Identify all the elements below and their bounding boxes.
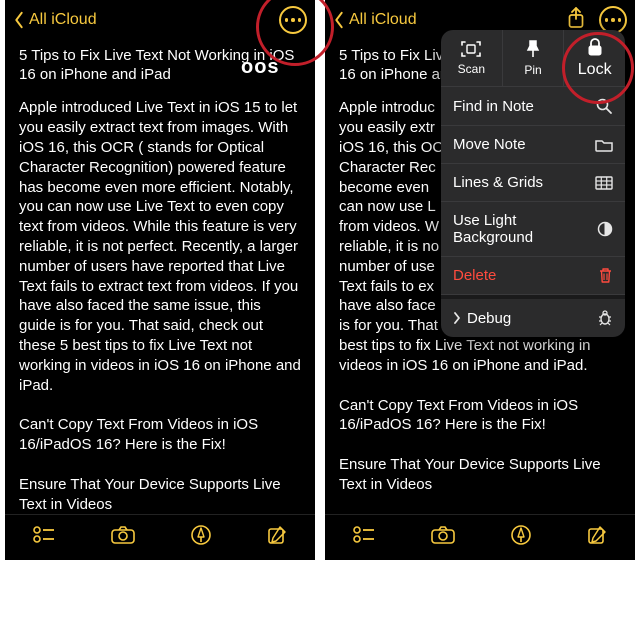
ellipsis-icon (285, 18, 302, 22)
chevron-left-icon (13, 11, 25, 29)
folder-icon (595, 138, 613, 152)
bottom-toolbar (5, 514, 315, 560)
menu-item-label: Find in Note (453, 98, 595, 115)
markup-icon[interactable] (190, 524, 212, 551)
bug-icon (597, 309, 613, 327)
lock-icon (586, 37, 604, 57)
nav-bar: All iCloud (5, 0, 315, 40)
lock-action[interactable]: Lock (563, 30, 625, 86)
checklist-icon[interactable] (32, 525, 56, 550)
back-label: All iCloud (349, 11, 417, 29)
back-button[interactable]: All iCloud (13, 11, 97, 29)
menu-light-background[interactable]: Use Light Background (441, 202, 625, 257)
back-label: All iCloud (29, 11, 97, 29)
screenshot-left: All iCloud oos 5 Tips to Fix Live Text N… (5, 0, 315, 560)
ellipsis-icon (605, 18, 622, 22)
camera-icon[interactable] (430, 525, 456, 550)
menu-item-label: Debug (467, 310, 597, 327)
note-paragraph: Apple introduced Live Text in iOS 15 to … (19, 98, 301, 395)
camera-icon[interactable] (110, 525, 136, 550)
note-actions-menu: Scan Pin Lock Find in Note Move Note (441, 30, 625, 337)
menu-item-label: Lines & Grids (453, 174, 595, 191)
note-body[interactable]: 5 Tips to Fix Live Text Not Working in i… (5, 40, 315, 560)
scan-icon (460, 40, 482, 58)
compose-icon[interactable] (266, 524, 288, 551)
pin-label: Pin (524, 63, 541, 77)
menu-lines-grids[interactable]: Lines & Grids (441, 164, 625, 202)
search-icon (595, 97, 613, 115)
lock-label: Lock (578, 61, 612, 79)
menu-debug[interactable]: Debug (441, 295, 625, 337)
back-button[interactable]: All iCloud (333, 11, 417, 29)
note-paragraph: Can't Copy Text From Videos in iOS 16/iP… (19, 415, 301, 455)
chevron-right-icon (453, 312, 461, 324)
grid-icon (595, 176, 613, 190)
compose-icon[interactable] (586, 524, 608, 551)
menu-delete[interactable]: Delete (441, 257, 625, 295)
note-paragraph: Ensure That Your Device Supports Live Te… (339, 455, 621, 495)
scan-label: Scan (458, 62, 485, 76)
scan-action[interactable]: Scan (441, 30, 502, 86)
menu-move-note[interactable]: Move Note (441, 126, 625, 164)
half-circle-icon (597, 221, 613, 237)
pin-action[interactable]: Pin (502, 30, 564, 86)
menu-item-label: Move Note (453, 136, 595, 153)
chevron-left-icon (333, 11, 345, 29)
note-paragraph: Ensure That Your Device Supports Live Te… (19, 475, 301, 515)
markup-icon[interactable] (510, 524, 532, 551)
screenshot-right: All iCloud 5 Tips to Fix Live Text Not W… (325, 0, 635, 560)
checklist-icon[interactable] (352, 525, 376, 550)
more-button[interactable] (279, 6, 307, 34)
artifact-text: oos (241, 56, 280, 79)
menu-find-in-note[interactable]: Find in Note (441, 87, 625, 126)
menu-item-label: Use Light Background (453, 212, 597, 246)
menu-item-label: Delete (453, 267, 598, 284)
pin-icon (525, 39, 541, 59)
bottom-toolbar (325, 514, 635, 560)
trash-icon (598, 267, 613, 284)
note-paragraph: Can't Copy Text From Videos in iOS 16/iP… (339, 396, 621, 436)
